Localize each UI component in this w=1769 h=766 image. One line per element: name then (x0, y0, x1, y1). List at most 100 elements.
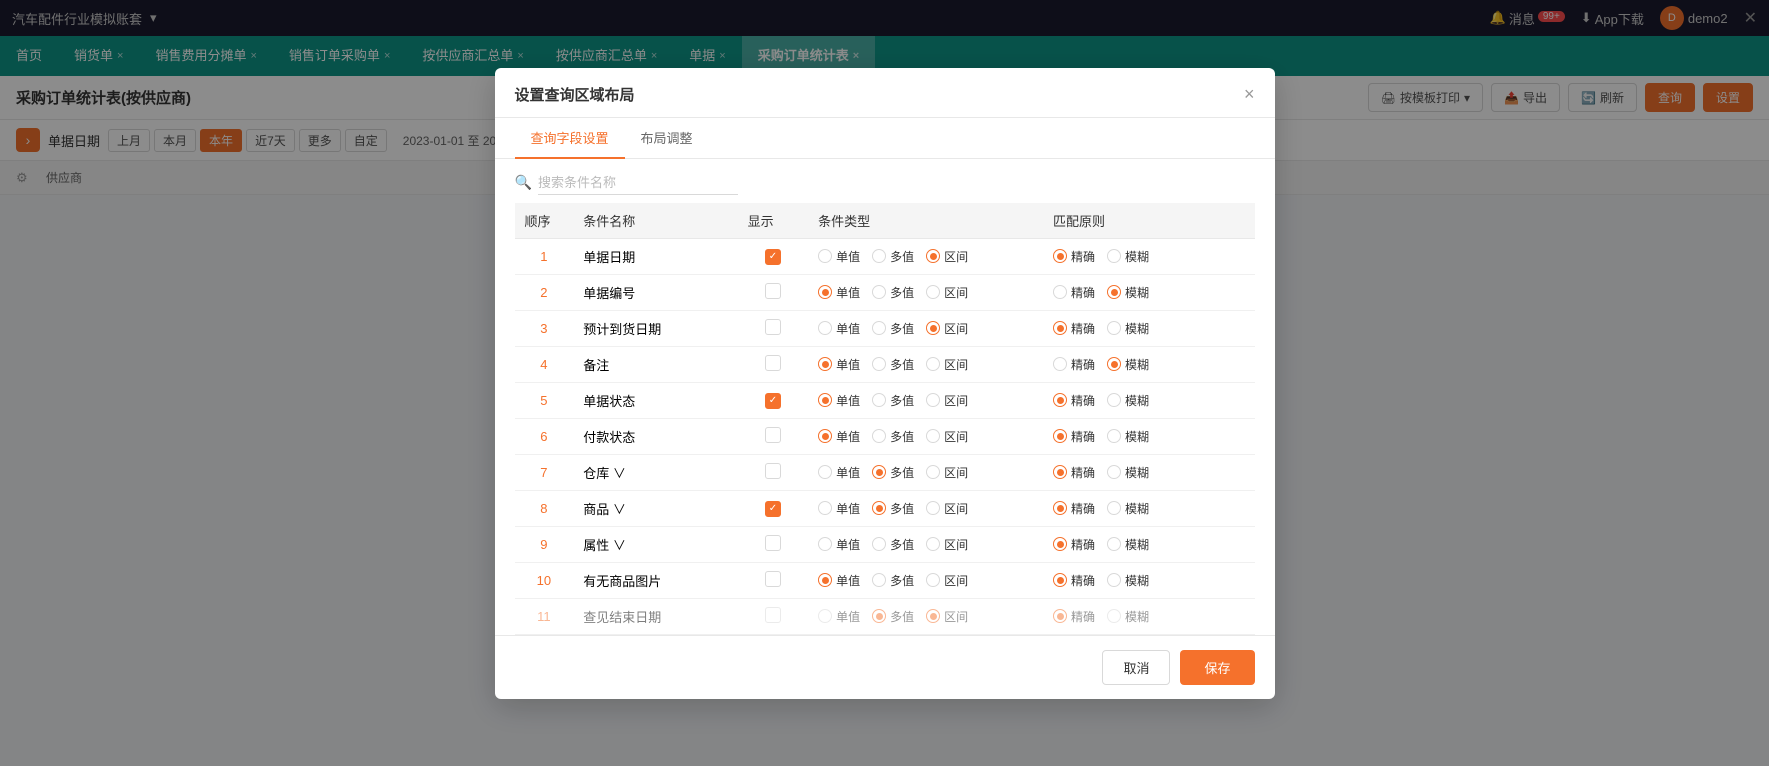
match-fuzzy[interactable]: 模糊 (1107, 284, 1149, 301)
cell-show[interactable]: ✓ (738, 382, 808, 418)
type-single[interactable]: 单值 (818, 392, 860, 409)
type-single[interactable]: 单值 (818, 248, 860, 265)
type-multi[interactable]: 多值 (872, 428, 914, 445)
match-fuzzy[interactable]: 模糊 (1107, 536, 1149, 553)
cell-type: 单值多值区间 (808, 346, 1043, 382)
cell-show[interactable]: ✓ (738, 490, 808, 526)
type-multi[interactable]: 多值 (872, 464, 914, 481)
radio-circle-range (926, 357, 940, 371)
cell-show[interactable] (738, 598, 808, 634)
match-fuzzy[interactable]: 模糊 (1107, 248, 1149, 265)
radio-circle-match-exact (1053, 249, 1067, 263)
match-exact[interactable]: 精确 (1053, 320, 1095, 337)
match-fuzzy[interactable]: 模糊 (1107, 428, 1149, 445)
match-fuzzy[interactable]: 模糊 (1107, 392, 1149, 409)
cell-show[interactable] (738, 418, 808, 454)
cell-show[interactable] (738, 454, 808, 490)
match-fuzzy[interactable]: 模糊 (1107, 572, 1149, 589)
cell-show[interactable]: ✓ (738, 238, 808, 274)
type-single[interactable]: 单值 (818, 284, 860, 301)
type-range[interactable]: 区间 (926, 284, 968, 301)
type-single[interactable]: 单值 (818, 356, 860, 373)
type-multi[interactable]: 多值 (872, 392, 914, 409)
radio-label-range: 区间 (944, 248, 968, 265)
match-radio-group: 精确模糊 (1053, 536, 1244, 553)
tab-layout-adjust[interactable]: 布局调整 (625, 118, 709, 159)
type-range[interactable]: 区间 (926, 428, 968, 445)
match-exact[interactable]: 精确 (1053, 464, 1095, 481)
show-checkbox[interactable] (765, 607, 781, 623)
show-checkbox[interactable]: ✓ (765, 501, 781, 517)
show-checkbox[interactable]: ✓ (765, 249, 781, 265)
radio-label-single: 单值 (836, 536, 860, 553)
type-multi[interactable]: 多值 (872, 536, 914, 553)
radio-circle-multi (872, 537, 886, 551)
cell-show[interactable] (738, 526, 808, 562)
cancel-button[interactable]: 取消 (1102, 650, 1170, 685)
type-single[interactable]: 单值 (818, 536, 860, 553)
cell-show[interactable] (738, 562, 808, 598)
match-exact[interactable]: 精确 (1053, 536, 1095, 553)
type-range[interactable]: 区间 (926, 500, 968, 517)
type-range[interactable]: 区间 (926, 248, 968, 265)
radio-label-range: 区间 (944, 500, 968, 517)
show-checkbox[interactable]: ✓ (765, 393, 781, 409)
type-range[interactable]: 区间 (926, 464, 968, 481)
match-exact[interactable]: 精确 (1053, 392, 1095, 409)
radio-label-range: 区间 (944, 464, 968, 481)
type-range[interactable]: 区间 (926, 536, 968, 553)
radio-circle-multi (872, 465, 886, 479)
type-range[interactable]: 区间 (926, 392, 968, 409)
match-exact[interactable]: 精确 (1053, 284, 1095, 301)
type-range[interactable]: 区间 (926, 572, 968, 589)
match-exact[interactable]: 精确 (1053, 500, 1095, 517)
type-multi[interactable]: 多值 (872, 320, 914, 337)
search-input[interactable] (538, 171, 738, 195)
type-range[interactable]: 区间 (926, 608, 968, 625)
type-single[interactable]: 单值 (818, 428, 860, 445)
match-exact[interactable]: 精确 (1053, 572, 1095, 589)
cell-show[interactable] (738, 346, 808, 382)
type-single[interactable]: 单值 (818, 572, 860, 589)
match-exact[interactable]: 精确 (1053, 248, 1095, 265)
show-checkbox[interactable] (765, 427, 781, 443)
modal-header: 设置查询区域布局 × (495, 68, 1275, 118)
type-range[interactable]: 区间 (926, 320, 968, 337)
show-checkbox[interactable] (765, 319, 781, 335)
type-multi[interactable]: 多值 (872, 500, 914, 517)
cell-show[interactable] (738, 274, 808, 310)
match-fuzzy[interactable]: 模糊 (1107, 500, 1149, 517)
type-multi[interactable]: 多值 (872, 608, 914, 625)
show-checkbox[interactable] (765, 283, 781, 299)
table-row: 6付款状态单值多值区间精确模糊 (515, 418, 1255, 454)
type-single[interactable]: 单值 (818, 608, 860, 625)
type-radio-group: 单值多值 区间 (818, 500, 1033, 517)
type-single[interactable]: 单值 (818, 500, 860, 517)
save-button[interactable]: 保存 (1180, 650, 1254, 685)
cell-type: 单值多值 区间 (808, 490, 1043, 526)
order-number: 6 (540, 429, 547, 444)
type-multi[interactable]: 多值 (872, 284, 914, 301)
match-fuzzy[interactable]: 模糊 (1107, 320, 1149, 337)
match-fuzzy[interactable]: 模糊 (1107, 608, 1149, 625)
show-checkbox[interactable] (765, 463, 781, 479)
tab-query-fields[interactable]: 查询字段设置 (515, 118, 625, 159)
match-exact[interactable]: 精确 (1053, 608, 1095, 625)
type-radio-group: 单值多值区间 (818, 284, 1033, 301)
show-checkbox[interactable] (765, 571, 781, 587)
type-single[interactable]: 单值 (818, 464, 860, 481)
cell-show[interactable] (738, 310, 808, 346)
modal-close-button[interactable]: × (1244, 85, 1255, 103)
match-exact[interactable]: 精确 (1053, 428, 1095, 445)
type-range[interactable]: 区间 (926, 356, 968, 373)
type-single[interactable]: 单值 (818, 320, 860, 337)
type-multi[interactable]: 多值 (872, 248, 914, 265)
match-exact[interactable]: 精确 (1053, 356, 1095, 373)
type-multi[interactable]: 多值 (872, 572, 914, 589)
show-checkbox[interactable] (765, 535, 781, 551)
radio-label-multi: 多值 (890, 536, 914, 553)
type-multi[interactable]: 多值 (872, 356, 914, 373)
match-fuzzy[interactable]: 模糊 (1107, 356, 1149, 373)
show-checkbox[interactable] (765, 355, 781, 371)
match-fuzzy[interactable]: 模糊 (1107, 464, 1149, 481)
